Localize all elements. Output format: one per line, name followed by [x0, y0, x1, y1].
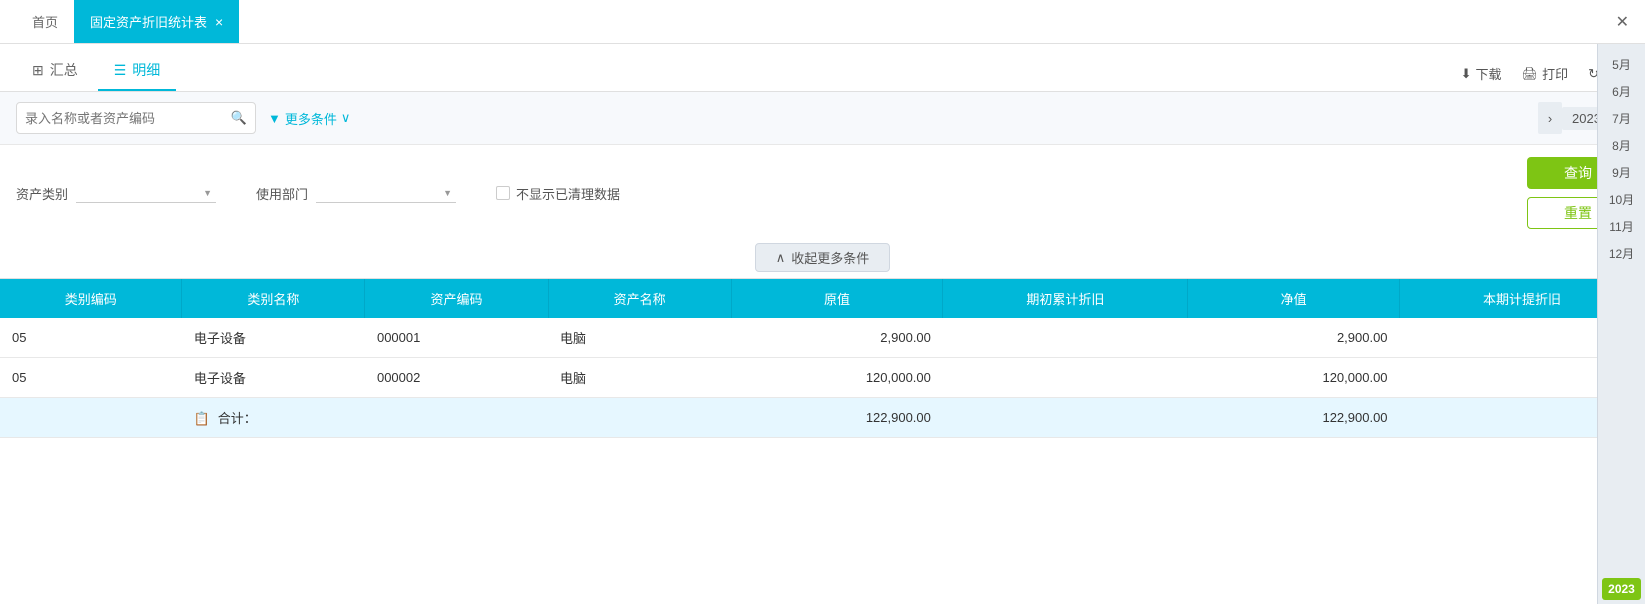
asset-type-filter: 资产类别	[16, 183, 216, 203]
download-icon: ⬇	[1461, 66, 1472, 82]
sidebar-month-9[interactable]: 9月	[1600, 160, 1644, 185]
collapse-bar: ∧ 收起更多条件	[0, 237, 1645, 279]
download-label: 下载	[1476, 64, 1502, 83]
table-header-row: 类别编码 类别名称 资产编码 资产名称 原值 期初累计折旧 净值 本期计提折旧	[0, 279, 1645, 318]
summary-icon: ⊞	[32, 62, 44, 79]
sidebar-year-badge[interactable]: 2023	[1602, 578, 1641, 600]
detail-icon: ☰	[114, 62, 127, 79]
dept-filter: 使用部门	[256, 183, 456, 203]
col-asset-name: 资产名称	[548, 279, 731, 318]
more-conditions-button[interactable]: ▼ 更多条件 ∨	[268, 109, 350, 128]
chevron-down-icon: ∨	[341, 110, 351, 126]
panel-arrow-button[interactable]: ›	[1538, 102, 1562, 134]
download-button[interactable]: ⬇ 下载	[1461, 64, 1502, 83]
cell-asset-name-2: 电脑	[548, 358, 731, 398]
col-cat-code: 类别编码	[0, 279, 182, 318]
cell-cat-name-2: 电子设备	[182, 358, 365, 398]
print-button[interactable]: 🖨 打印	[1522, 64, 1569, 83]
cell-cat-code-1: 05	[0, 318, 182, 358]
collapse-icon: ∧	[776, 250, 786, 266]
total-original-value: 122,900.00	[731, 398, 943, 438]
nav-tab-close[interactable]: ×	[215, 14, 223, 30]
search-input[interactable]	[25, 111, 227, 126]
total-net-value: 122,900.00	[1188, 398, 1400, 438]
filter-icon: ▼	[268, 111, 281, 126]
collapse-button[interactable]: ∧ 收起更多条件	[755, 243, 891, 272]
tab-detail-label: 明细	[132, 60, 160, 80]
nav-tab-fixed-assets[interactable]: 固定资产折旧统计表 ×	[74, 0, 239, 43]
sidebar-month-8[interactable]: 8月	[1600, 133, 1644, 158]
table-row: 05 电子设备 000002 电脑 120,000.00 120,000.00	[0, 358, 1645, 398]
cell-net-value-1: 2,900.00	[1188, 318, 1400, 358]
hide-cleared-checkbox[interactable]	[496, 186, 510, 200]
cell-asset-code-1: 000001	[365, 318, 548, 358]
dept-select-wrapper	[316, 183, 456, 203]
search-input-wrap: 🔍	[16, 102, 256, 134]
total-icon: 📋	[194, 411, 210, 426]
hide-cleared-label: 不显示已清理数据	[516, 184, 620, 203]
col-accum-deprec: 期初累计折旧	[943, 279, 1188, 318]
col-net-value: 净值	[1188, 279, 1400, 318]
table-row: 05 电子设备 000001 电脑 2,900.00 2,900.00	[0, 318, 1645, 358]
dept-label: 使用部门	[256, 184, 308, 203]
window-close-button[interactable]: ✕	[1616, 12, 1629, 32]
tab-detail[interactable]: ☰ 明细	[98, 51, 177, 91]
cell-accum-deprec-2	[943, 358, 1188, 398]
right-sidebar: 5月 6月 7月 8月 9月 10月 11月 12月 2023	[1597, 44, 1645, 604]
total-label-cell: 📋 合计：	[182, 398, 731, 438]
hide-cleared-item: 不显示已清理数据	[496, 184, 620, 203]
cell-net-value-2: 120,000.00	[1188, 358, 1400, 398]
sidebar-month-11[interactable]: 11月	[1600, 214, 1644, 239]
sub-tabs-bar: ⊞ 汇总 ☰ 明细 ⬇ 下载 🖨 打印 ↻ 刷新	[0, 44, 1645, 92]
print-label: 打印	[1542, 64, 1568, 83]
nav-home[interactable]: 首页	[16, 0, 74, 43]
table-total-row: 📋 合计： 122,900.00 122,900.00	[0, 398, 1645, 438]
asset-type-label: 资产类别	[16, 184, 68, 203]
asset-type-select[interactable]	[76, 183, 216, 203]
cell-original-value-2: 120,000.00	[731, 358, 943, 398]
sidebar-month-7[interactable]: 7月	[1600, 106, 1644, 131]
col-original-value: 原值	[731, 279, 943, 318]
content-area: ⊞ 汇总 ☰ 明细 ⬇ 下载 🖨 打印 ↻ 刷新 🔍	[0, 44, 1645, 604]
filter-row: 资产类别 使用部门 不显示已清理数据 查询 重置	[0, 145, 1645, 237]
search-bar: 🔍 ▼ 更多条件 ∨ › 2023.01	[0, 92, 1645, 145]
data-table: 类别编码 类别名称 资产编码 资产名称 原值 期初累计折旧 净值 本期计提折旧 …	[0, 279, 1645, 438]
cell-original-value-1: 2,900.00	[731, 318, 943, 358]
tab-summary[interactable]: ⊞ 汇总	[16, 51, 94, 91]
more-conditions-label: 更多条件	[285, 109, 337, 128]
cell-asset-code-2: 000002	[365, 358, 548, 398]
sidebar-month-12[interactable]: 12月	[1600, 241, 1644, 266]
col-asset-code: 资产编码	[365, 279, 548, 318]
nav-tab-label: 固定资产折旧统计表	[90, 12, 207, 31]
sidebar-month-5[interactable]: 5月	[1600, 52, 1644, 77]
tab-summary-label: 汇总	[50, 60, 78, 80]
asset-type-select-wrapper	[76, 183, 216, 203]
dept-select[interactable]	[316, 183, 456, 203]
search-icon: 🔍	[231, 110, 247, 126]
sidebar-month-10[interactable]: 10月	[1600, 187, 1644, 212]
cell-cat-code-2: 05	[0, 358, 182, 398]
total-label: 合计：	[218, 411, 257, 426]
top-nav: 首页 固定资产折旧统计表 × ✕	[0, 0, 1645, 44]
cell-asset-name-1: 电脑	[548, 318, 731, 358]
total-icon-cell	[0, 398, 182, 438]
col-cat-name: 类别名称	[182, 279, 365, 318]
total-accum-deprec	[943, 398, 1188, 438]
cell-accum-deprec-1	[943, 318, 1188, 358]
table-wrap: 类别编码 类别名称 资产编码 资产名称 原值 期初累计折旧 净值 本期计提折旧 …	[0, 279, 1645, 604]
print-icon: 🖨	[1522, 66, 1539, 82]
sidebar-month-6[interactable]: 6月	[1600, 79, 1644, 104]
collapse-label: 收起更多条件	[791, 248, 869, 267]
cell-cat-name-1: 电子设备	[182, 318, 365, 358]
